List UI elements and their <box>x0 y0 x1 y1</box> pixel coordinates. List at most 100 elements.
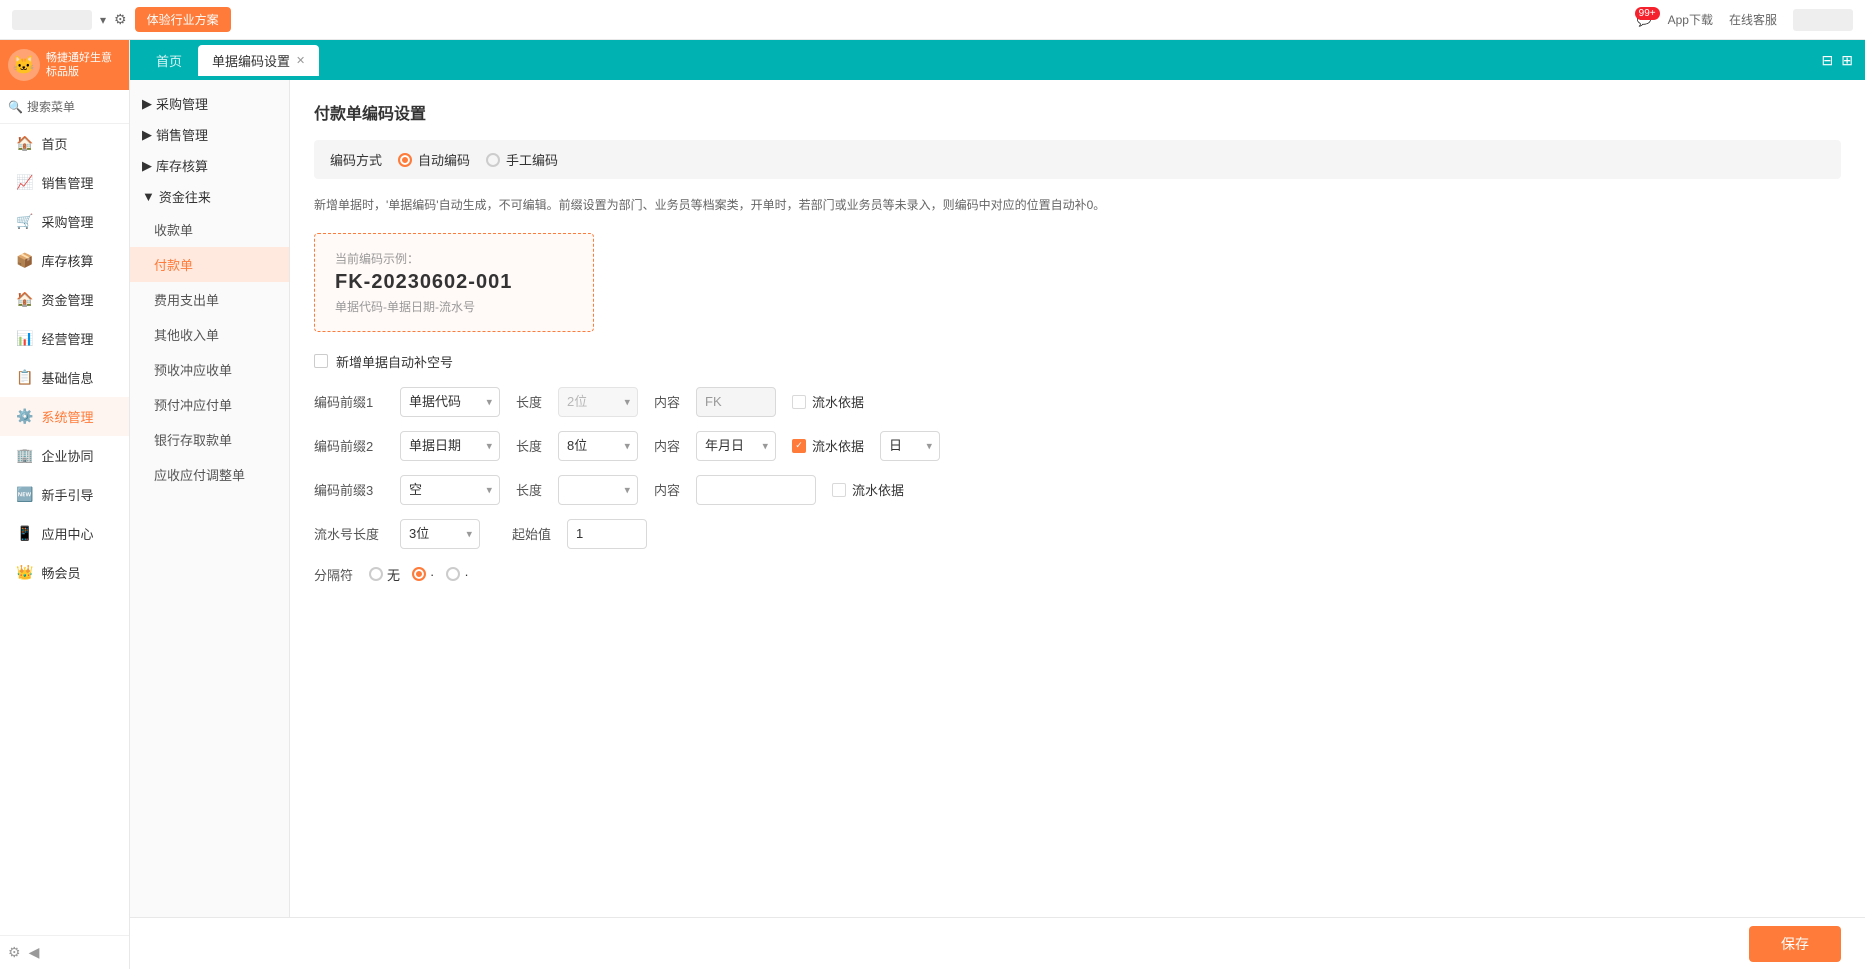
tab-maximize-icon[interactable]: ⊞ <box>1841 52 1853 69</box>
prefix3-select[interactable]: 空 <box>400 475 500 505</box>
length3-select[interactable] <box>558 475 638 505</box>
sep-dot-radio[interactable] <box>412 567 426 581</box>
stream1-checkbox[interactable] <box>792 395 806 409</box>
app-download-link[interactable]: App下载 <box>1668 11 1713 28</box>
sep-dot-label: · <box>430 567 434 582</box>
sub-menu-other-income[interactable]: 其他收入单 <box>130 317 289 352</box>
main-layout: 🐱 畅捷通好生意 标品版 🔍 搜索菜单 🏠 首页 📈 销售管理 🛒 采购管理 📦… <box>0 40 1865 969</box>
content1-input[interactable] <box>696 387 776 417</box>
message-icon[interactable]: 💬 99+ <box>1637 13 1652 27</box>
arrow-icon: ▶ <box>142 127 152 143</box>
start-value-input[interactable] <box>567 519 647 549</box>
encoding-type-label: 编码方式 <box>330 150 382 169</box>
sidebar-item-enterprise[interactable]: 🏢 企业协同 <box>0 436 129 475</box>
stream1-label: 流水依据 <box>812 392 864 411</box>
tab-home[interactable]: 首页 <box>142 45 196 76</box>
sub-menu-ap-adjust[interactable]: 应收应付调整单 <box>130 457 289 492</box>
tab-minimize-icon[interactable]: ⊟ <box>1822 52 1834 69</box>
content3-label: 内容 <box>654 480 680 499</box>
sep-none-option[interactable]: 无 <box>369 565 400 584</box>
sub-group-sales[interactable]: ▶ 销售管理 <box>130 119 289 150</box>
sidebar-item-inventory[interactable]: 📦 库存核算 <box>0 241 129 280</box>
length2-select[interactable]: 8位 <box>558 431 638 461</box>
tab-close-icon[interactable]: ✕ <box>296 54 305 67</box>
encoding-type-row: 编码方式 自动编码 手工编码 <box>314 140 1841 179</box>
sidebar-item-home[interactable]: 🏠 首页 <box>0 124 129 163</box>
guide-icon: 🆕 <box>16 486 33 503</box>
serial-length-select[interactable]: 3位 <box>400 519 480 549</box>
sidebar-item-finance[interactable]: 🏠 资金管理 <box>0 280 129 319</box>
sidebar-item-purchase[interactable]: 🛒 采购管理 <box>0 202 129 241</box>
sidebar-bottom: ⚙ ◀ <box>0 935 129 969</box>
sub-menu-bank-deposit[interactable]: 银行存取款单 <box>130 422 289 457</box>
sidebar-item-label: 采购管理 <box>41 212 93 231</box>
preview-code: FK-20230602-001 <box>335 271 573 294</box>
stream2-unit-select[interactable]: 日 <box>880 431 940 461</box>
top-bar-right: 💬 99+ App下载 在线客服 <box>1637 9 1853 31</box>
sub-group-purchase[interactable]: ▶ 采购管理 <box>130 88 289 119</box>
sep-dash-radio[interactable] <box>446 567 460 581</box>
home-icon: 🏠 <box>16 135 33 152</box>
prefix2-select[interactable]: 单据日期 <box>400 431 500 461</box>
sep-none-label: 无 <box>387 565 400 584</box>
top-bar-left: ▾ ⚙ 体验行业方案 <box>12 7 231 32</box>
sidebar-collapse-icon[interactable]: ◀ <box>29 944 40 961</box>
sub-group-inventory[interactable]: ▶ 库存核算 <box>130 150 289 181</box>
online-service-link[interactable]: 在线客服 <box>1729 11 1777 28</box>
top-bar-dropdown[interactable]: ▾ <box>100 13 106 27</box>
manual-encoding-radio[interactable] <box>486 153 500 167</box>
form-row-1: 编码前缀1 单据代码 ▾ 长度 2位 <box>314 387 1841 417</box>
tab-home-label: 首页 <box>156 51 182 70</box>
sub-sidebar: ▶ 采购管理 ▶ 销售管理 ▶ 库存核算 ▼ 资金往来 收 <box>130 80 290 917</box>
sidebar-settings-icon[interactable]: ⚙ <box>8 944 21 961</box>
stream3-checkbox[interactable] <box>832 483 846 497</box>
sidebar-search[interactable]: 🔍 搜索菜单 <box>0 90 129 124</box>
sub-menu-receipt[interactable]: 收款单 <box>130 212 289 247</box>
start-value-label: 起始值 <box>512 524 551 543</box>
apps-icon: 📱 <box>16 525 33 542</box>
sidebar-item-label: 基础信息 <box>41 368 93 387</box>
sep-dash-option[interactable]: · <box>446 567 468 582</box>
auto-encoding-label: 自动编码 <box>418 150 470 169</box>
sub-menu-expense[interactable]: 费用支出单 <box>130 282 289 317</box>
stream1-row: 流水依据 <box>792 392 864 411</box>
sidebar-item-guide[interactable]: 🆕 新手引导 <box>0 475 129 514</box>
sidebar-item-member[interactable]: 👑 畅会员 <box>0 553 129 592</box>
content-layout: ▶ 采购管理 ▶ 销售管理 ▶ 库存核算 ▼ 资金往来 收 <box>130 80 1865 917</box>
stream3-label: 流水依据 <box>852 480 904 499</box>
content1-label: 内容 <box>654 392 680 411</box>
sep-dot-option[interactable]: · <box>412 567 434 582</box>
separator-row: 分隔符 无 · · <box>314 565 1841 584</box>
length1-select[interactable]: 2位 <box>558 387 638 417</box>
auto-encoding-option[interactable]: 自动编码 <box>398 150 470 169</box>
sub-menu-prepay-receive[interactable]: 预收冲应收单 <box>130 352 289 387</box>
save-button[interactable]: 保存 <box>1749 926 1841 962</box>
sub-menu-prepay-pay[interactable]: 预付冲应付单 <box>130 387 289 422</box>
sidebar-item-basic[interactable]: 📋 基础信息 <box>0 358 129 397</box>
sub-group-capital[interactable]: ▼ 资金往来 <box>130 181 289 212</box>
sidebar-item-operation[interactable]: 📊 经营管理 <box>0 319 129 358</box>
sidebar-item-apps[interactable]: 📱 应用中心 <box>0 514 129 553</box>
stream2-checkbox[interactable]: ✓ <box>792 439 806 453</box>
auto-fill-checkbox[interactable] <box>314 354 328 368</box>
tab-encoding[interactable]: 单据编码设置 ✕ <box>198 45 319 76</box>
auto-encoding-radio[interactable] <box>398 153 412 167</box>
stream3-row: 流水依据 <box>832 480 904 499</box>
serial-length-row: 流水号长度 3位 ▾ 起始值 <box>314 519 1841 549</box>
sub-menu-payment[interactable]: 付款单 <box>130 247 289 282</box>
sidebar-item-label: 畅会员 <box>41 563 80 582</box>
manual-encoding-option[interactable]: 手工编码 <box>486 150 558 169</box>
content2-select[interactable]: 年月日 <box>696 431 776 461</box>
search-icon: 🔍 <box>8 100 23 114</box>
user-info[interactable] <box>1793 9 1853 31</box>
experience-btn[interactable]: 体验行业方案 <box>135 7 231 32</box>
bottom-bar: 保存 <box>130 917 1865 969</box>
settings-icon[interactable]: ⚙ <box>114 11 127 28</box>
prefix1-select[interactable]: 单据代码 <box>400 387 500 417</box>
arrow-icon: ▼ <box>142 189 155 204</box>
sidebar-item-sales[interactable]: 📈 销售管理 <box>0 163 129 202</box>
page-content: ▶ 采购管理 ▶ 销售管理 ▶ 库存核算 ▼ 资金往来 收 <box>130 80 1865 917</box>
content3-input[interactable] <box>696 475 816 505</box>
sidebar-item-system[interactable]: ⚙️ 系统管理 <box>0 397 129 436</box>
sep-none-radio[interactable] <box>369 567 383 581</box>
